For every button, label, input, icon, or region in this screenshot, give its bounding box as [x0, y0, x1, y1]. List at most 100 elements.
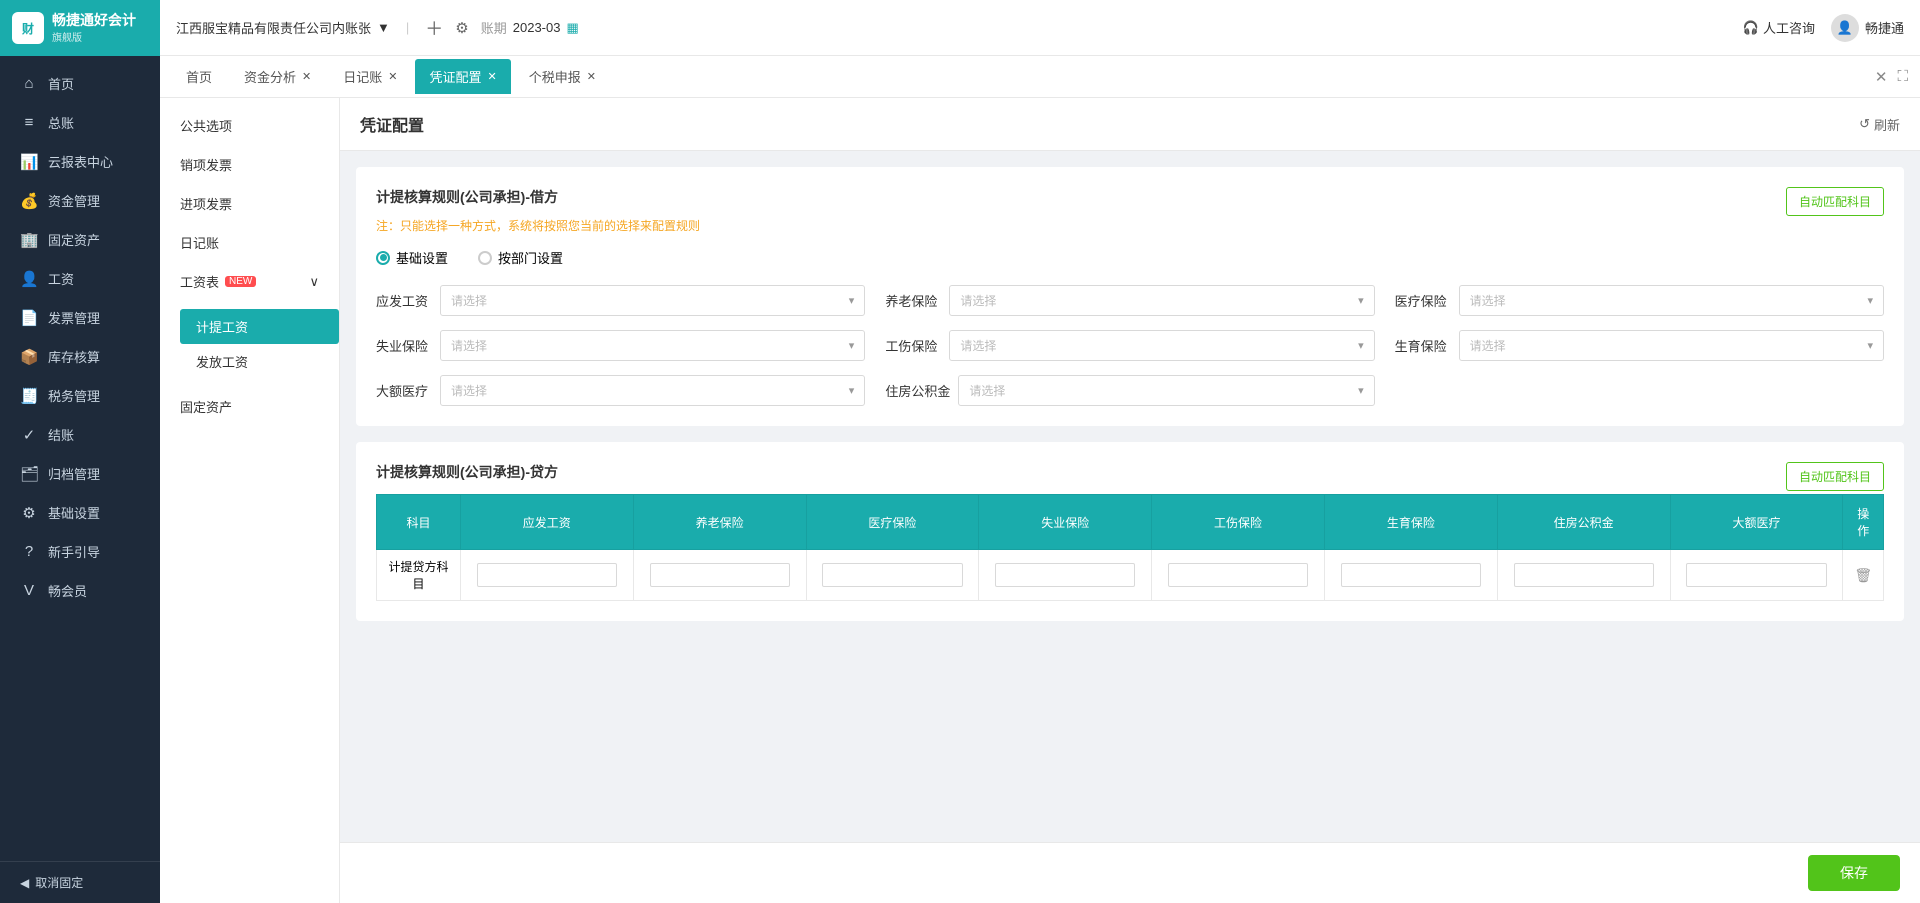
- menu-fixed-assets[interactable]: 固定资产: [160, 387, 339, 426]
- field-pension: 养老保险 请选择 ▾: [885, 285, 1374, 316]
- reports-nav-icon: 📊: [20, 153, 38, 171]
- company-selector[interactable]: 江西服宝精品有限责任公司内账张 ▼: [176, 18, 390, 37]
- row-housing-input[interactable]: [1514, 563, 1654, 587]
- debit-section-note: 注：只能选择一种方式，系统将按照您当前的选择来配置规则: [376, 217, 1884, 234]
- expand-button[interactable]: ⛶: [1897, 68, 1908, 86]
- sidebar-item-reports[interactable]: 📊云报表中心: [0, 142, 160, 181]
- sidebar-item-tax[interactable]: 🧾税务管理: [0, 376, 160, 415]
- row-injury-cell: [1152, 550, 1325, 601]
- row-salary-input[interactable]: [477, 563, 617, 587]
- credit-table: 科目 应发工资 养老保险 医疗保险 失业保险 工伤保险 生育保险 住房公积金 大…: [376, 494, 1884, 601]
- page-header: 凭证配置 ↺ 刷新: [340, 98, 1920, 151]
- user-name: 畅捷通: [1865, 18, 1904, 37]
- calendar-icon[interactable]: ▦: [566, 20, 578, 36]
- menu-sales[interactable]: 销项发票: [160, 145, 339, 184]
- tab-diary-close[interactable]: ✕: [388, 70, 397, 83]
- col-subject: 科目: [377, 495, 461, 550]
- sidebar-item-guide[interactable]: ?新手引导: [0, 532, 160, 571]
- row-maternity-input[interactable]: [1341, 563, 1481, 587]
- medical-select[interactable]: 请选择 ▾: [1459, 285, 1884, 316]
- left-panel: 公共选项 销项发票 进项发票 日记账 工资表 NEW ∨ 计提工资: [160, 98, 340, 903]
- save-button[interactable]: 保存: [1808, 855, 1900, 891]
- maternity-select[interactable]: 请选择 ▾: [1459, 330, 1884, 361]
- user-menu[interactable]: 👤 畅捷通: [1831, 14, 1904, 42]
- credit-section-title: 计提核算规则(公司承担)-贷方: [376, 462, 1884, 482]
- salary-nav-icon: 👤: [20, 270, 38, 288]
- menu-diary[interactable]: 日记账: [160, 223, 339, 262]
- avatar-icon: 👤: [1837, 20, 1853, 36]
- radio-basic[interactable]: 基础设置: [376, 248, 448, 267]
- row-unemployment-input[interactable]: [995, 563, 1135, 587]
- pension-select[interactable]: 请选择 ▾: [949, 285, 1374, 316]
- tab-funds-close[interactable]: ✕: [302, 70, 311, 83]
- col-salary: 应发工资: [460, 495, 633, 550]
- sidebar-item-home[interactable]: ⌂首页: [0, 64, 160, 103]
- salary-label: 应发工资: [376, 291, 432, 310]
- sidebar-item-ledger[interactable]: ≡总账: [0, 103, 160, 142]
- sidebar-item-assets[interactable]: 🏢固定资产: [0, 220, 160, 259]
- credit-auto-match-button[interactable]: 自动匹配科目: [1786, 462, 1884, 491]
- radio-group: 基础设置 按部门设置: [376, 248, 1884, 267]
- sidebar-item-vip[interactable]: V畅会员: [0, 571, 160, 610]
- menu-pay-salary[interactable]: 发放工资: [180, 344, 339, 379]
- unemployment-select[interactable]: 请选择 ▾: [440, 330, 865, 361]
- tab-voucher[interactable]: 凭证配置 ✕: [415, 59, 510, 94]
- tab-funds[interactable]: 资金分析 ✕: [230, 59, 325, 94]
- row-medical-input[interactable]: [822, 563, 962, 587]
- sidebar-footer[interactable]: ◀ 取消固定: [0, 861, 160, 903]
- sidebar-item-salary[interactable]: 👤工资: [0, 259, 160, 298]
- settings-icon[interactable]: ⚙: [455, 19, 468, 37]
- debit-auto-match-button[interactable]: 自动匹配科目: [1786, 187, 1884, 216]
- injury-select[interactable]: 请选择 ▾: [949, 330, 1374, 361]
- sidebar-item-inventory[interactable]: 📦库存核算: [0, 337, 160, 376]
- settings-nav-icon: ⚙: [20, 504, 38, 522]
- row-big-medical-input[interactable]: [1686, 563, 1826, 587]
- radio-dept[interactable]: 按部门设置: [478, 248, 563, 267]
- funds-nav-icon: 💰: [20, 192, 38, 210]
- field-injury: 工伤保险 请选择 ▾: [885, 330, 1374, 361]
- tax-nav-icon: 🧾: [20, 387, 38, 405]
- field-salary: 应发工资 请选择 ▾: [376, 285, 865, 316]
- row-pension-input[interactable]: [650, 563, 790, 587]
- sidebar-item-archive[interactable]: 🗂归档管理: [0, 454, 160, 493]
- menu-salary-table[interactable]: 工资表 NEW ∨: [160, 262, 339, 301]
- menu-calc-salary[interactable]: 计提工资: [180, 309, 339, 344]
- big-medical-label: 大额医疗: [376, 381, 432, 400]
- sidebar-item-invoice[interactable]: 📄发票管理: [0, 298, 160, 337]
- service-button[interactable]: 🎧 人工咨询: [1743, 18, 1815, 37]
- big-medical-select[interactable]: 请选择 ▾: [440, 375, 865, 406]
- sidebar-nav: ⌂首页≡总账📊云报表中心💰资金管理🏢固定资产👤工资📄发票管理📦库存核算🧾税务管理…: [0, 56, 160, 861]
- tab-funds-label: 资金分析: [244, 67, 296, 86]
- refresh-button[interactable]: ↺ 刷新: [1859, 115, 1900, 134]
- radio-basic-label: 基础设置: [396, 248, 448, 267]
- tab-diary[interactable]: 日记账 ✕: [329, 59, 411, 94]
- sidebar: 财 畅捷通好会计 旗舰版 ⌂首页≡总账📊云报表中心💰资金管理🏢固定资产👤工资📄发…: [0, 0, 160, 903]
- archive-nav-icon: 🗂: [20, 465, 38, 483]
- injury-placeholder: 请选择: [960, 337, 996, 354]
- tab-tax[interactable]: 个税申报 ✕: [515, 59, 610, 94]
- period-label: 账期: [481, 18, 507, 37]
- sidebar-item-label-guide: 新手引导: [48, 542, 100, 561]
- sidebar-item-funds[interactable]: 💰资金管理: [0, 181, 160, 220]
- housing-select[interactable]: 请选择 ▾: [958, 375, 1374, 406]
- add-account-button[interactable]: ＋: [425, 15, 443, 41]
- row-unemployment-cell: [979, 550, 1152, 601]
- menu-public[interactable]: 公共选项: [160, 106, 339, 145]
- unemployment-chevron-icon: ▾: [849, 339, 855, 352]
- period-selector[interactable]: 账期 2023-03 ▦: [481, 18, 579, 37]
- tab-tax-close[interactable]: ✕: [587, 70, 596, 83]
- credit-section: 计提核算规则(公司承担)-贷方 自动匹配科目 科目 应发工资 养老保险 医疗保险…: [356, 442, 1904, 621]
- tab-voucher-close[interactable]: ✕: [488, 70, 497, 83]
- delete-row-button[interactable]: 🗑: [1854, 567, 1872, 583]
- tab-home[interactable]: 首页: [172, 59, 226, 94]
- menu-purchase[interactable]: 进项发票: [160, 184, 339, 223]
- row-injury-input[interactable]: [1168, 563, 1308, 587]
- sidebar-item-settings[interactable]: ⚙基础设置: [0, 493, 160, 532]
- avatar: 👤: [1831, 14, 1859, 42]
- salary-select[interactable]: 请选择 ▾: [440, 285, 865, 316]
- service-label: 人工咨询: [1763, 18, 1815, 37]
- radio-basic-circle: [376, 251, 390, 265]
- sidebar-item-settle[interactable]: ✓结账: [0, 415, 160, 454]
- close-tab-button[interactable]: ✕: [1875, 68, 1888, 86]
- tab-voucher-label: 凭证配置: [429, 67, 481, 86]
